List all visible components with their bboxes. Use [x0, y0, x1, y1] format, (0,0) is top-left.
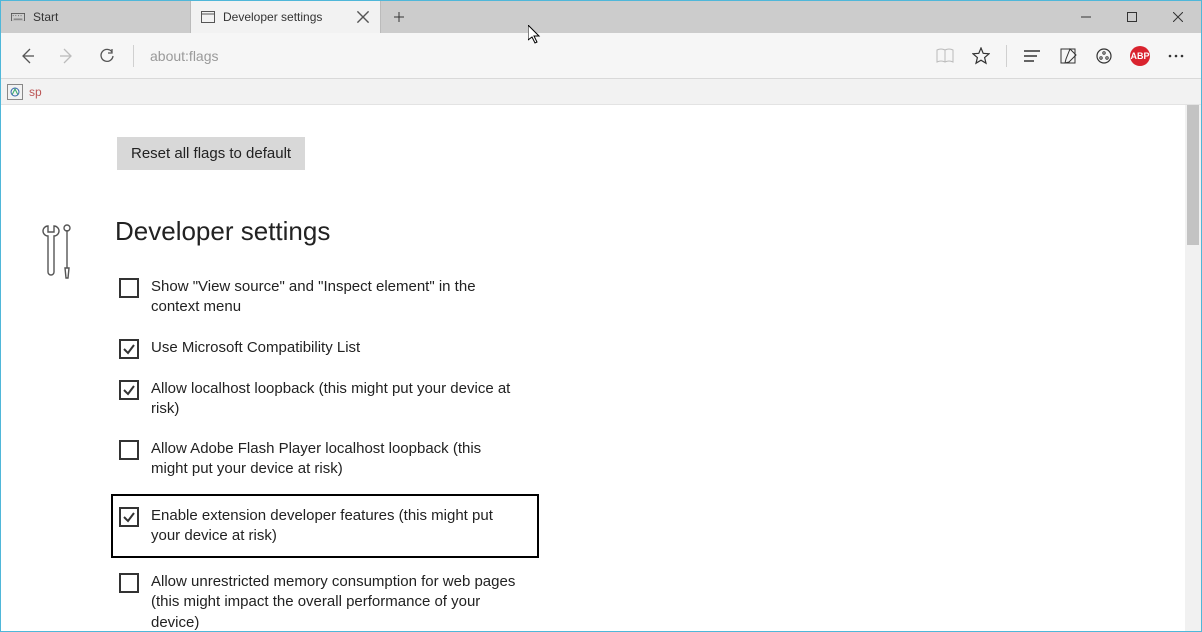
wrench-screwdriver-icon: [41, 216, 85, 285]
hub-button[interactable]: [1015, 38, 1049, 74]
keyboard-icon: [11, 10, 25, 24]
option-checkbox[interactable]: [119, 339, 139, 359]
window-controls: [1063, 1, 1201, 33]
back-button[interactable]: [9, 38, 45, 74]
option-checkbox[interactable]: [119, 573, 139, 593]
address-bar[interactable]: about:flags: [146, 48, 219, 64]
tab-label: Start: [33, 10, 180, 24]
option-row: Show "View source" and "Inspect element"…: [115, 271, 525, 324]
close-tab-icon[interactable]: [356, 10, 370, 24]
option-row: Allow unrestricted memory consumption fo…: [115, 566, 525, 631]
option-label: Allow localhost loopback (this might put…: [151, 379, 521, 420]
favorite-button[interactable]: [964, 38, 998, 74]
close-window-button[interactable]: [1155, 1, 1201, 33]
refresh-button[interactable]: [89, 38, 125, 74]
option-label: Allow unrestricted memory consumption fo…: [151, 572, 521, 631]
tab-strip: Start Developer settings: [1, 1, 1201, 33]
page-title: Developer settings: [115, 216, 525, 247]
option-checkbox[interactable]: [119, 278, 139, 298]
separator: [1006, 45, 1007, 67]
separator: [133, 45, 134, 67]
forward-button[interactable]: [49, 38, 85, 74]
scroll-thumb[interactable]: [1187, 105, 1199, 245]
new-tab-button[interactable]: [381, 1, 417, 33]
share-button[interactable]: [1087, 38, 1121, 74]
option-row: Enable extension developer features (thi…: [111, 494, 539, 559]
option-label: Show "View source" and "Inspect element"…: [151, 277, 521, 318]
option-checkbox[interactable]: [119, 380, 139, 400]
option-row: Use Microsoft Compatibility List: [115, 332, 525, 365]
tab-developer-settings[interactable]: Developer settings: [191, 1, 381, 33]
tab-label: Developer settings: [223, 10, 348, 24]
more-button[interactable]: [1159, 38, 1193, 74]
abp-extension-button[interactable]: ABP: [1123, 38, 1157, 74]
option-label: Allow Adobe Flash Player localhost loopb…: [151, 439, 521, 480]
minimize-button[interactable]: [1063, 1, 1109, 33]
favorites-bar-label[interactable]: sp: [29, 85, 42, 99]
option-label: Enable extension developer features (thi…: [151, 506, 521, 547]
option-checkbox[interactable]: [119, 440, 139, 460]
option-row: Allow Adobe Flash Player localhost loopb…: [115, 433, 525, 486]
page-content: Reset all flags to default Developer set…: [1, 105, 1201, 631]
abp-icon: ABP: [1130, 46, 1150, 66]
maximize-button[interactable]: [1109, 1, 1155, 33]
notes-button[interactable]: [1051, 38, 1085, 74]
tab-start[interactable]: Start: [1, 1, 191, 33]
reset-flags-button[interactable]: Reset all flags to default: [117, 137, 305, 170]
favorites-bar: sp: [1, 79, 1201, 105]
scrollbar[interactable]: [1185, 105, 1201, 631]
option-row: Allow localhost loopback (this might put…: [115, 373, 525, 426]
option-checkbox[interactable]: [119, 507, 139, 527]
extension-icon[interactable]: [7, 84, 23, 100]
toolbar: about:flags ABP: [1, 33, 1201, 79]
reading-view-button[interactable]: [928, 38, 962, 74]
option-label: Use Microsoft Compatibility List: [151, 338, 360, 358]
window-icon: [201, 10, 215, 24]
